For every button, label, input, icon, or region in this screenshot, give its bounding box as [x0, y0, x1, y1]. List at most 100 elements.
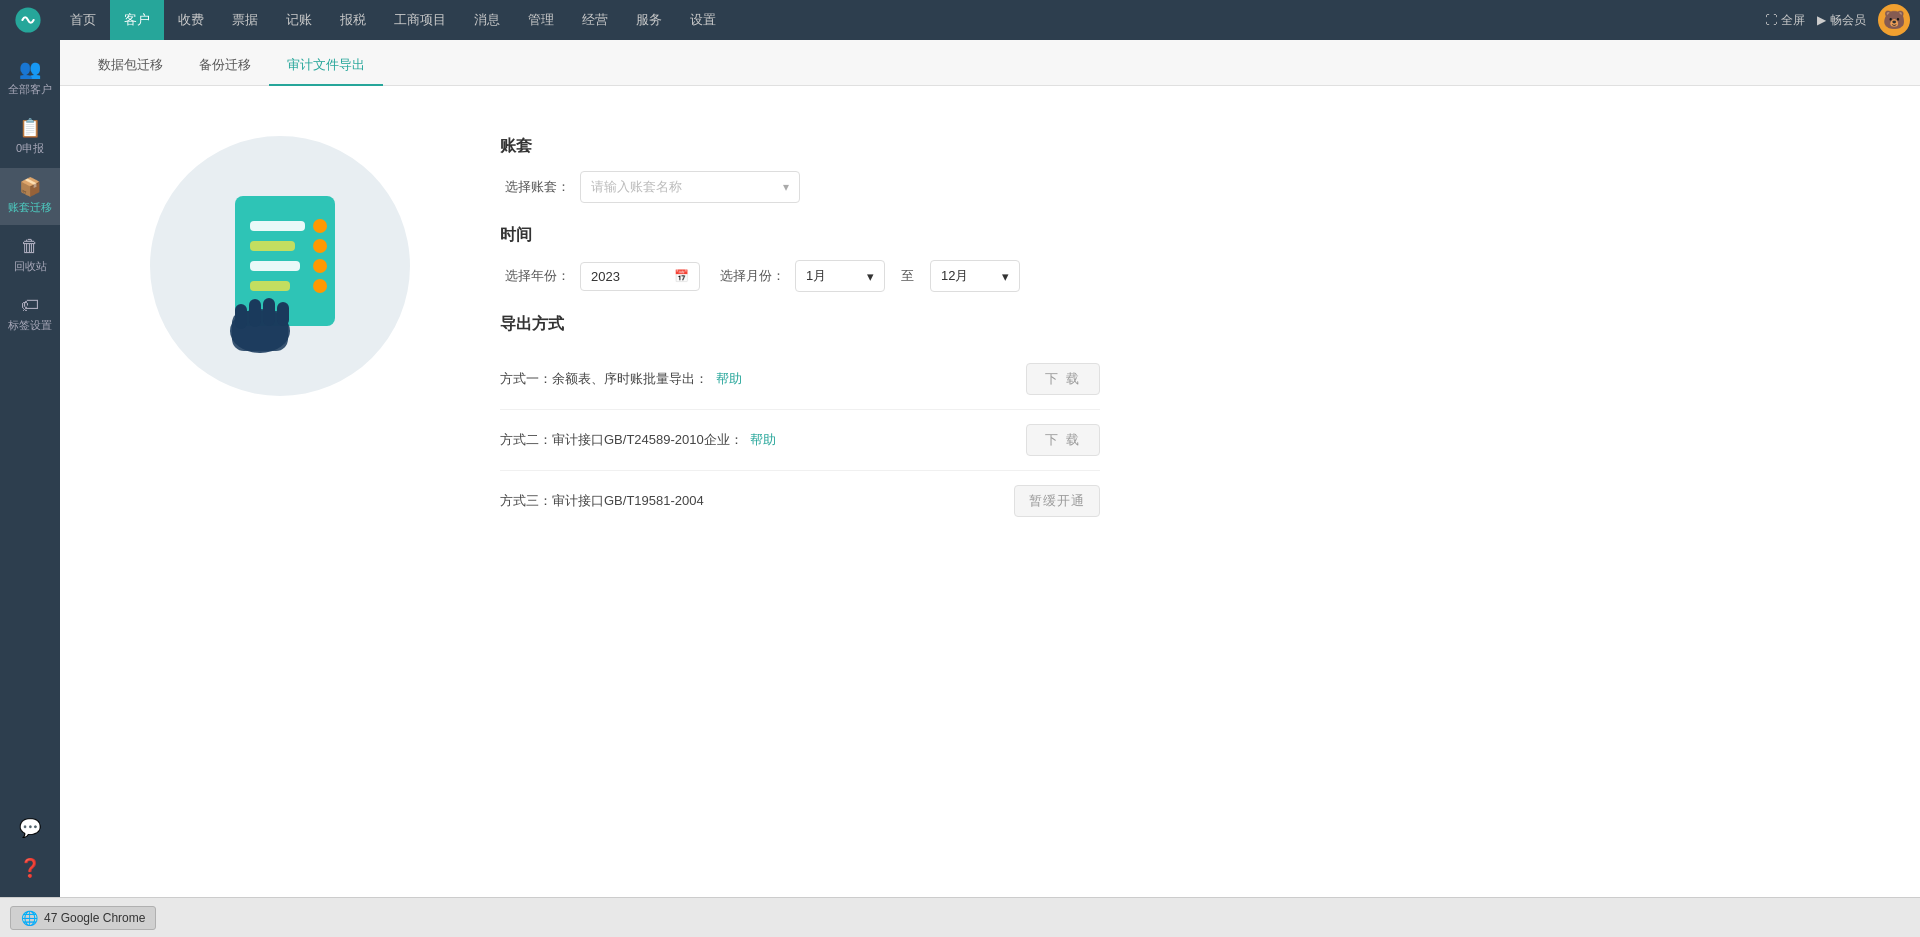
month-start-select[interactable]: 1月 ▾ — [795, 260, 885, 292]
year-input[interactable]: 2023 📅 — [580, 262, 700, 291]
method1-download-button[interactable]: 下 载 — [1026, 363, 1100, 395]
svg-rect-12 — [235, 304, 247, 329]
page-content: 账套 选择账套： 请输入账套名称 ▾ 时间 选择年份： 2023 📅 — [60, 86, 1920, 897]
chat-icon: 💬 — [19, 819, 41, 837]
sidebar-item-account-migration[interactable]: 📦 账套迁移 — [0, 168, 60, 225]
account-migration-icon: 📦 — [19, 178, 41, 196]
nav-manage[interactable]: 管理 — [514, 0, 568, 40]
export-method-3: 方式三：审计接口GB/T19581-2004 暂缓开通 — [500, 471, 1100, 531]
method2-help-link[interactable]: 帮助 — [750, 432, 776, 447]
svg-rect-2 — [250, 221, 305, 231]
fullscreen-button[interactable]: ⛶ 全屏 — [1765, 12, 1805, 29]
taskbar-item-label: 47 Google Chrome — [44, 911, 145, 925]
time-to-label: 至 — [895, 267, 920, 285]
time-form-row: 选择年份： 2023 📅 选择月份： 1月 ▾ 至 12月 ▾ — [500, 260, 1100, 292]
chevron-down-icon: ▾ — [1002, 269, 1009, 284]
nav-home[interactable]: 首页 — [56, 0, 110, 40]
sidebar-bottom: 💬 ❓ — [0, 809, 60, 897]
month-end-select[interactable]: 12月 ▾ — [930, 260, 1020, 292]
month-label: 选择月份： — [720, 267, 785, 285]
sidebar-item-recycle[interactable]: 🗑 回收站 — [0, 227, 60, 284]
top-nav-right: ⛶ 全屏 ▶ 畅会员 🐻 — [1765, 4, 1910, 36]
sidebar-item-label: 全部客户 — [8, 82, 52, 97]
sidebar-item-tag-settings[interactable]: 🏷 标签设置 — [0, 286, 60, 343]
calendar-icon: 📅 — [674, 269, 689, 283]
sidebar-item-label: 0申报 — [16, 141, 44, 156]
app-logo[interactable] — [10, 2, 46, 38]
svg-point-9 — [313, 279, 327, 293]
nav-tax[interactable]: 报税 — [326, 0, 380, 40]
svg-rect-5 — [250, 281, 290, 291]
svg-point-7 — [313, 239, 327, 253]
account-placeholder: 请输入账套名称 — [591, 178, 682, 196]
year-label: 选择年份： — [500, 267, 570, 285]
account-label: 选择账套： — [500, 178, 570, 196]
month-end-value: 12月 — [941, 267, 968, 285]
sidebar: 👥 全部客户 📋 0申报 📦 账套迁移 🗑 回收站 🏷 标签设置 💬 ❓ — [0, 40, 60, 897]
top-nav: 首页 客户 收费 票据 记账 报税 工商项目 消息 管理 经营 服务 设置 ⛶ … — [0, 0, 1920, 40]
recycle-icon: 🗑 — [21, 237, 39, 255]
nav-messages[interactable]: 消息 — [460, 0, 514, 40]
nav-fee[interactable]: 收费 — [164, 0, 218, 40]
sidebar-item-help[interactable]: ❓ — [0, 849, 60, 887]
tag-settings-icon: 🏷 — [21, 296, 39, 314]
all-customers-icon: 👥 — [19, 60, 41, 78]
sidebar-item-label: 账套迁移 — [8, 200, 52, 215]
svg-point-6 — [313, 219, 327, 233]
member-icon: ▶ — [1817, 13, 1826, 27]
method1-help-link[interactable]: 帮助 — [716, 371, 742, 386]
svg-rect-14 — [263, 298, 275, 326]
sidebar-item-chat[interactable]: 💬 — [0, 809, 60, 847]
taskbar: 🌐 47 Google Chrome — [0, 897, 1920, 937]
account-section-title: 账套 — [500, 136, 1100, 157]
nav-operation[interactable]: 经营 — [568, 0, 622, 40]
export-method-1: 方式一：余额表、序时账批量导出： 帮助 下 载 — [500, 349, 1100, 410]
nav-industrial[interactable]: 工商项目 — [380, 0, 460, 40]
tab-backup-migration[interactable]: 备份迁移 — [181, 46, 269, 86]
nav-settings[interactable]: 设置 — [676, 0, 730, 40]
illustration-circle — [150, 136, 410, 396]
sidebar-item-all-customers[interactable]: 👥 全部客户 — [0, 50, 60, 107]
illustration-svg — [180, 156, 380, 376]
illustration-wrap — [140, 126, 420, 406]
help-icon: ❓ — [19, 859, 41, 877]
svg-rect-15 — [277, 302, 289, 326]
nav-menu: 首页 客户 收费 票据 记账 报税 工商项目 消息 管理 经营 服务 设置 — [56, 0, 730, 40]
member-button[interactable]: ▶ 畅会员 — [1817, 12, 1866, 29]
zero-filing-icon: 📋 — [19, 119, 41, 137]
method2-download-button[interactable]: 下 载 — [1026, 424, 1100, 456]
main-layout: 👥 全部客户 📋 0申报 📦 账套迁移 🗑 回收站 🏷 标签设置 💬 ❓ — [0, 40, 1920, 897]
taskbar-chrome[interactable]: 🌐 47 Google Chrome — [10, 906, 156, 930]
chevron-down-icon: ▾ — [783, 180, 789, 194]
form-area: 账套 选择账套： 请输入账套名称 ▾ 时间 选择年份： 2023 📅 — [500, 126, 1100, 531]
account-form-row: 选择账套： 请输入账套名称 ▾ — [500, 171, 1100, 203]
tabs-bar: 数据包迁移 备份迁移 审计文件导出 — [60, 40, 1920, 86]
nav-customer[interactable]: 客户 — [110, 0, 164, 40]
svg-rect-4 — [250, 261, 300, 271]
export-method-2: 方式二：审计接口GB/T24589-2010企业： 帮助 下 载 — [500, 410, 1100, 471]
fullscreen-label: 全屏 — [1781, 12, 1805, 29]
method3-coming-soon-button[interactable]: 暂缓开通 — [1014, 485, 1100, 517]
chrome-icon: 🌐 — [21, 910, 38, 926]
method2-label: 方式二：审计接口GB/T24589-2010企业： 帮助 — [500, 431, 776, 449]
sidebar-item-label: 标签设置 — [8, 318, 52, 333]
tab-data-migration[interactable]: 数据包迁移 — [80, 46, 181, 86]
nav-bookkeeping[interactable]: 记账 — [272, 0, 326, 40]
user-avatar[interactable]: 🐻 — [1878, 4, 1910, 36]
fullscreen-icon: ⛶ — [1765, 13, 1777, 27]
content-area: 数据包迁移 备份迁移 审计文件导出 — [60, 40, 1920, 897]
sidebar-item-zero-filing[interactable]: 📋 0申报 — [0, 109, 60, 166]
nav-invoice[interactable]: 票据 — [218, 0, 272, 40]
method3-label: 方式三：审计接口GB/T19581-2004 — [500, 492, 704, 510]
svg-rect-13 — [249, 299, 261, 327]
sidebar-item-label: 回收站 — [14, 259, 47, 274]
time-section-title: 时间 — [500, 225, 1100, 246]
method1-label: 方式一：余额表、序时账批量导出： 帮助 — [500, 370, 742, 388]
avatar-icon: 🐻 — [1883, 9, 1905, 31]
export-section-title: 导出方式 — [500, 314, 1100, 335]
account-select[interactable]: 请输入账套名称 ▾ — [580, 171, 800, 203]
svg-rect-3 — [250, 241, 295, 251]
nav-service[interactable]: 服务 — [622, 0, 676, 40]
year-value: 2023 — [591, 269, 620, 284]
tab-audit-export[interactable]: 审计文件导出 — [269, 46, 383, 86]
